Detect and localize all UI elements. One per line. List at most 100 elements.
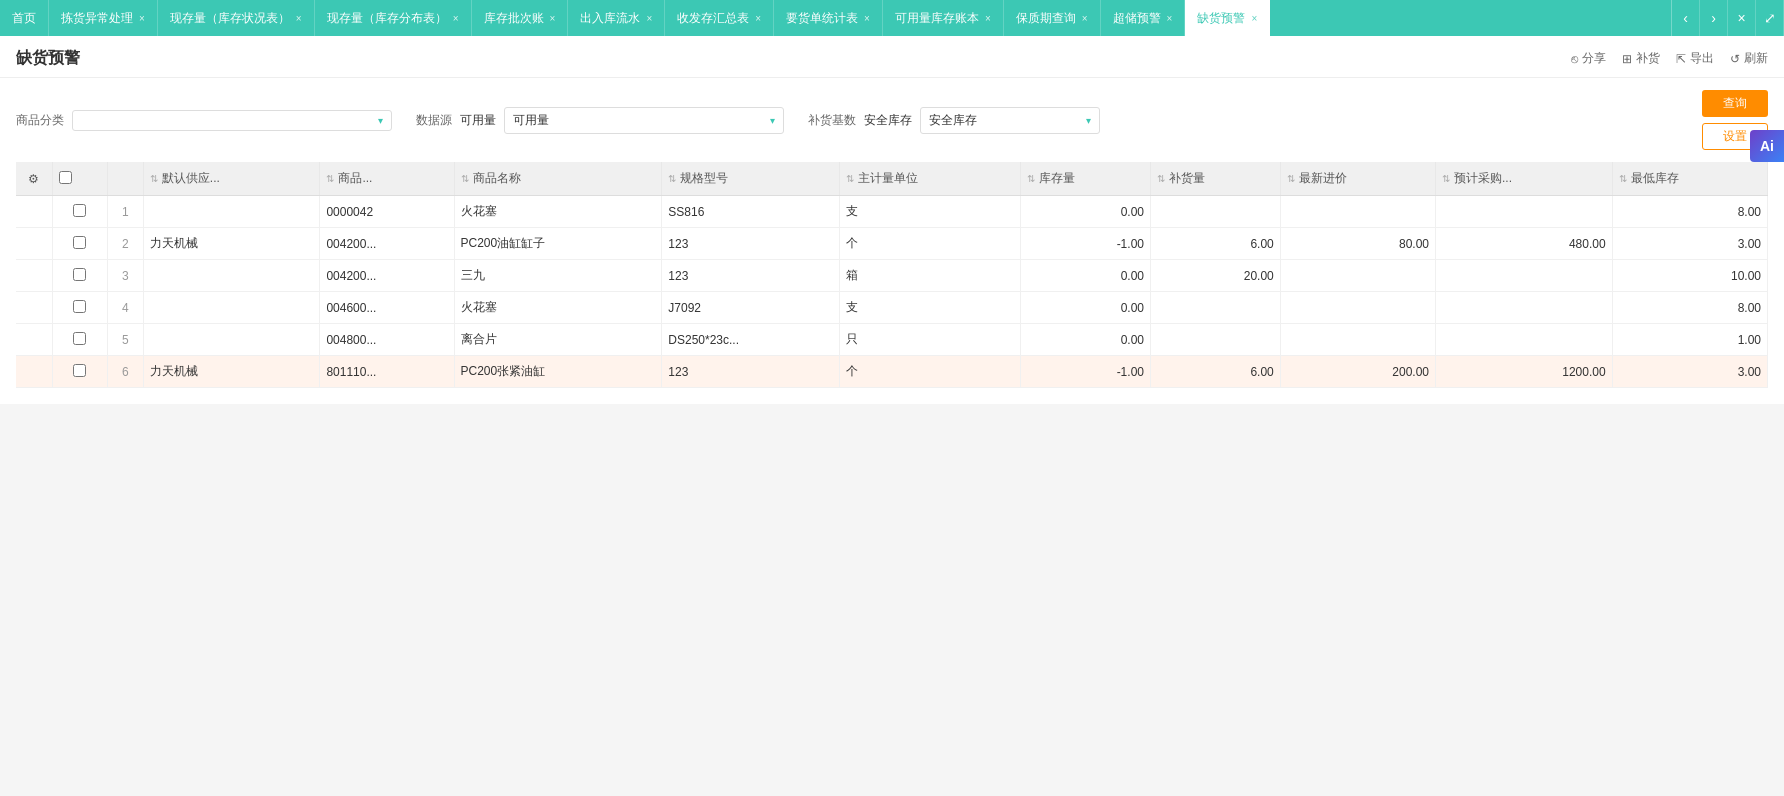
tab-expiry-query[interactable]: 保质期查询 × bbox=[1004, 0, 1101, 36]
column-stock[interactable]: ⇅库存量 bbox=[1021, 162, 1151, 196]
row-gear-cell bbox=[16, 324, 52, 356]
column-product-name[interactable]: ⇅商品名称 bbox=[454, 162, 662, 196]
row-checkbox-cell[interactable] bbox=[52, 228, 107, 260]
column-min-stock[interactable]: ⇅最低库存 bbox=[1612, 162, 1767, 196]
row-index: 1 bbox=[107, 196, 143, 228]
row-supplier bbox=[143, 260, 320, 292]
select-all-checkbox[interactable] bbox=[59, 171, 72, 184]
row-checkbox[interactable] bbox=[73, 300, 86, 313]
filter-datasource-select[interactable]: 可用量 ▾ bbox=[504, 107, 784, 134]
tab-abnormal[interactable]: 拣货异常处理 × bbox=[49, 0, 158, 36]
table-row: 6 力天机械 801110... PC200张紧油缸 123 个 -1.00 6… bbox=[16, 356, 1768, 388]
column-replenish-qty[interactable]: ⇅补货量 bbox=[1150, 162, 1280, 196]
tab-inventory-status[interactable]: 现存量（库存状况表） × bbox=[158, 0, 315, 36]
row-index: 5 bbox=[107, 324, 143, 356]
row-latest-price bbox=[1280, 260, 1435, 292]
tab-maximize-button[interactable]: ⤢ bbox=[1756, 0, 1784, 36]
row-estimated-purchase bbox=[1436, 260, 1613, 292]
share-button[interactable]: ⎋ 分享 bbox=[1571, 50, 1606, 67]
chevron-down-icon-3: ▾ bbox=[1086, 115, 1091, 126]
close-tab-receive-summary[interactable]: × bbox=[755, 13, 761, 24]
column-spec[interactable]: ⇅规格型号 bbox=[662, 162, 840, 196]
close-tab-expiry-query[interactable]: × bbox=[1082, 13, 1088, 24]
row-stock: 0.00 bbox=[1021, 324, 1151, 356]
row-estimated-purchase bbox=[1436, 196, 1613, 228]
column-unit[interactable]: ⇅主计量单位 bbox=[840, 162, 1021, 196]
close-tab-inout-flow[interactable]: × bbox=[646, 13, 652, 24]
tab-demand-stat[interactable]: 要货单统计表 × bbox=[774, 0, 883, 36]
row-min-stock: 10.00 bbox=[1612, 260, 1767, 292]
row-spec: SS816 bbox=[662, 196, 840, 228]
replenish-button[interactable]: ⊞ 补货 bbox=[1622, 50, 1660, 67]
column-estimated-purchase[interactable]: ⇅预计采购... bbox=[1436, 162, 1613, 196]
row-checkbox-cell[interactable] bbox=[52, 196, 107, 228]
row-latest-price: 80.00 bbox=[1280, 228, 1435, 260]
row-latest-price: 200.00 bbox=[1280, 356, 1435, 388]
filter-replenishbase-select[interactable]: 安全库存 ▾ bbox=[920, 107, 1100, 134]
column-supplier[interactable]: ⇅默认供应... bbox=[143, 162, 320, 196]
row-product-name: 三九 bbox=[454, 260, 662, 292]
tab-next-button[interactable]: › bbox=[1700, 0, 1728, 36]
tab-inout-flow[interactable]: 出入库流水 × bbox=[568, 0, 665, 36]
table-row: 5 004800... 离合片 DS250*23c... 只 0.00 1.00 bbox=[16, 324, 1768, 356]
row-checkbox[interactable] bbox=[73, 332, 86, 345]
tab-nav-buttons: ‹ › × ⤢ bbox=[1671, 0, 1784, 36]
tab-prev-button[interactable]: ‹ bbox=[1672, 0, 1700, 36]
refresh-icon: ↺ bbox=[1730, 52, 1740, 66]
column-product-code[interactable]: ⇅商品... bbox=[320, 162, 454, 196]
close-tab-demand-stat[interactable]: × bbox=[864, 13, 870, 24]
row-replenish-qty: 6.00 bbox=[1150, 356, 1280, 388]
refresh-button[interactable]: ↺ 刷新 bbox=[1730, 50, 1768, 67]
export-button[interactable]: ⇱ 导出 bbox=[1676, 50, 1714, 67]
row-checkbox[interactable] bbox=[73, 268, 86, 281]
row-supplier: 力天机械 bbox=[143, 356, 320, 388]
close-tab-overstock[interactable]: × bbox=[1167, 13, 1173, 24]
header-actions: ⎋ 分享 ⊞ 补货 ⇱ 导出 ↺ 刷新 bbox=[1571, 50, 1768, 67]
page-title: 缺货预警 bbox=[16, 48, 80, 69]
row-checkbox[interactable] bbox=[73, 364, 86, 377]
column-latest-price[interactable]: ⇅最新进价 bbox=[1280, 162, 1435, 196]
row-replenish-qty: 20.00 bbox=[1150, 260, 1280, 292]
row-gear-cell bbox=[16, 260, 52, 292]
close-tab-abnormal[interactable]: × bbox=[139, 13, 145, 24]
close-tab-batch-account[interactable]: × bbox=[550, 13, 556, 24]
row-latest-price bbox=[1280, 196, 1435, 228]
row-min-stock: 1.00 bbox=[1612, 324, 1767, 356]
tab-inventory-dist[interactable]: 现存量（库存分布表） × bbox=[315, 0, 472, 36]
row-unit: 支 bbox=[840, 292, 1021, 324]
tab-receive-summary[interactable]: 收发存汇总表 × bbox=[665, 0, 774, 36]
column-gear[interactable]: ⚙ bbox=[16, 162, 52, 196]
table-row: 4 004600... 火花塞 J7092 支 0.00 8.00 bbox=[16, 292, 1768, 324]
query-button[interactable]: 查询 bbox=[1702, 90, 1768, 117]
filter-category-select[interactable]: ▾ bbox=[72, 110, 392, 131]
tab-overstock[interactable]: 超储预警 × bbox=[1101, 0, 1186, 36]
row-checkbox-cell[interactable] bbox=[52, 324, 107, 356]
tab-available-account[interactable]: 可用量库存账本 × bbox=[883, 0, 1004, 36]
row-stock: -1.00 bbox=[1021, 228, 1151, 260]
column-checkbox[interactable] bbox=[52, 162, 107, 196]
row-index: 2 bbox=[107, 228, 143, 260]
row-checkbox-cell[interactable] bbox=[52, 356, 107, 388]
row-stock: 0.00 bbox=[1021, 196, 1151, 228]
close-tab-inventory-dist[interactable]: × bbox=[453, 13, 459, 24]
row-min-stock: 8.00 bbox=[1612, 292, 1767, 324]
filter-category-label: 商品分类 bbox=[16, 112, 64, 129]
table-row: 3 004200... 三九 123 箱 0.00 20.00 10.00 bbox=[16, 260, 1768, 292]
tab-batch-account[interactable]: 库存批次账 × bbox=[472, 0, 569, 36]
close-tab-inventory-status[interactable]: × bbox=[296, 13, 302, 24]
row-stock: 0.00 bbox=[1021, 292, 1151, 324]
row-checkbox-cell[interactable] bbox=[52, 260, 107, 292]
ai-badge[interactable]: Ai bbox=[1750, 130, 1784, 162]
tab-stockout[interactable]: 缺货预警 × bbox=[1185, 0, 1270, 36]
row-checkbox[interactable] bbox=[73, 204, 86, 217]
row-min-stock: 3.00 bbox=[1612, 228, 1767, 260]
row-checkbox-cell[interactable] bbox=[52, 292, 107, 324]
tab-close-button[interactable]: × bbox=[1728, 0, 1756, 36]
row-replenish-qty bbox=[1150, 292, 1280, 324]
close-tab-stockout[interactable]: × bbox=[1251, 13, 1257, 24]
row-product-name: PC200油缸缸子 bbox=[454, 228, 662, 260]
close-tab-available-account[interactable]: × bbox=[985, 13, 991, 24]
tab-home[interactable]: 首页 bbox=[0, 0, 49, 36]
table-header-row: ⚙ ⇅默认供应... ⇅商品... ⇅商品名称 ⇅规格型号 bbox=[16, 162, 1768, 196]
row-checkbox[interactable] bbox=[73, 236, 86, 249]
